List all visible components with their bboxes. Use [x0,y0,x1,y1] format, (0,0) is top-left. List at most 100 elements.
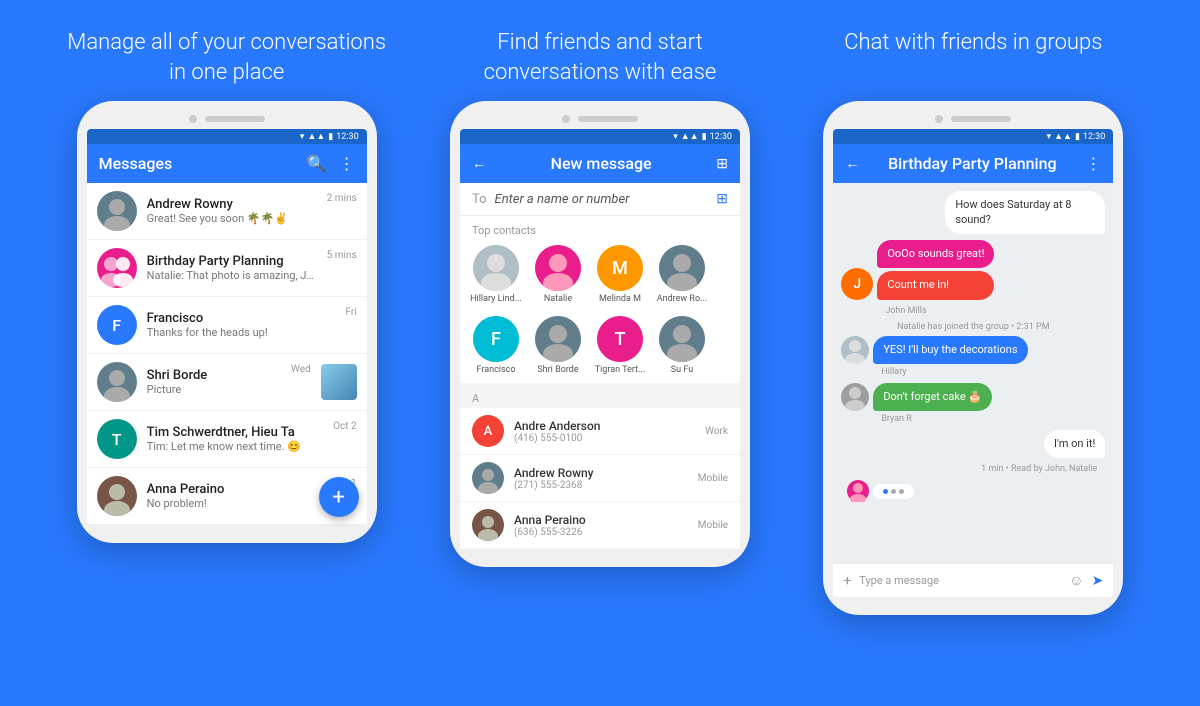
sender-john: John Mills [883,306,1105,316]
conv-name-andrew: Andrew Rowny [147,197,317,212]
contact-name-sufu: Su Fu [671,365,693,375]
contact-name-natalie: Natalie [544,294,572,304]
contact-name-tigran: Tigran Tert... [595,365,645,375]
dot-1 [883,489,888,494]
msg-saturday: How does Saturday at 8 sound? [841,191,1105,234]
to-input[interactable]: Enter a name or number [495,192,709,207]
j-bubbles: OoOo sounds great! Count me in! [877,240,994,300]
search-icon[interactable]: 🔍 [307,154,327,173]
conv-time-tim: Oct 2 [333,421,357,432]
contact-melinda[interactable]: M Melinda M [592,245,648,304]
dot-2 [891,489,896,494]
conv-item-andrew[interactable]: Andrew Rowny Great! See you soon 🌴🌴✌️ 2 … [87,183,367,240]
conv-content-tim: Tim Schwerdtner, Hieu Ta Tim: Let me kno… [147,425,324,453]
to-bar: To Enter a name or number ⊞ [460,183,740,216]
back-arrow-2[interactable]: ← [472,155,486,172]
conv-name-birthday: Birthday Party Planning [147,254,317,269]
app-bar-title-2: New message [551,154,652,173]
contact-name-melinda: Melinda M [599,294,641,304]
conv-content-birthday: Birthday Party Planning Natalie: That ph… [147,254,317,282]
back-arrow-3[interactable]: ← [845,155,859,172]
contact-row-andrew[interactable]: Andrew Rowny (271) 555-2368 Mobile [460,455,740,502]
send-icon[interactable]: ➤ [1092,573,1104,589]
system-msg-natalie: Natalie has joined the group • 2:31 PM [841,322,1105,332]
contact-row-andre[interactable]: A Andre Anderson (416) 555-0100 Work [460,408,740,455]
msg-group-j: J OoOo sounds great! Count me in! [841,240,1105,300]
contact-phone-anna: (636) 555-3226 [514,527,688,538]
top-contacts-label: Top contacts [460,216,740,241]
app-bar-2: ← New message ⊞ [460,144,740,183]
contact-type-andre: Work [705,426,728,437]
signal-icon: ▲▲ [307,131,325,142]
message-input[interactable]: Type a message [859,574,1061,587]
contact-info-andrew2: Andrew Rowny (271) 555-2368 [514,466,688,491]
phone-camera [189,115,197,123]
conv-item-birthday[interactable]: Birthday Party Planning Natalie: That ph… [87,240,367,297]
alpha-label-a: A [472,392,479,405]
contacts-grid-icon[interactable]: ⊞ [716,191,728,207]
app-bar-title-1: Messages [99,154,173,173]
contact-info-andre: Andre Anderson (416) 555-0100 [514,419,695,444]
contact-shri2[interactable]: Shri Borde [530,316,586,375]
wifi-icon-2: ▾ [673,132,678,142]
more-icon-3[interactable]: ⋮ [1085,154,1101,173]
contact-info-anna: Anna Peraino (636) 555-3226 [514,513,688,538]
typing-dots [873,484,914,499]
conv-time-francisco: Fri [345,307,356,318]
fab-button[interactable]: + [319,477,359,517]
battery-icon-3: ▮ [1075,132,1080,142]
avatar-hillary-chat [841,336,869,364]
conv-item-francisco[interactable]: F Francisco Thanks for the heads up! Fri [87,297,367,354]
avatar-anna2 [472,509,504,541]
conv-item-shri[interactable]: Shri Borde Picture Wed [87,354,367,411]
phone-3-screen: ▾ ▲▲ ▮ 12:30 ← Birthday Party Planning ⋮… [833,129,1113,597]
conv-name-shri: Shri Borde [147,368,281,383]
contact-name-hillary: Hillary Lind... [470,294,522,304]
contact-hillary[interactable]: Hillary Lind... [468,245,524,304]
conv-preview-francisco: Thanks for the heads up! [147,326,336,339]
conv-preview-andrew: Great! See you soon 🌴🌴✌️ [147,212,317,225]
signal-icon-2: ▲▲ [681,131,699,142]
phone-3: ▾ ▲▲ ▮ 12:30 ← Birthday Party Planning ⋮… [823,101,1123,615]
to-label: To [472,192,487,207]
typing-avatar [847,480,869,502]
conv-time-andrew: 2 mins [327,193,357,204]
sender-name-bryan: Bryan R [881,414,1105,424]
emoji-icon[interactable]: ☺ [1069,572,1083,589]
app-bar-title-3: Birthday Party Planning [888,154,1057,173]
contact-tigran[interactable]: T Tigran Tert... [592,316,648,375]
phone-1-screen: ▾ ▲▲ ▮ 12:30 Messages 🔍 ⋮ [87,129,367,525]
conv-preview-tim: Tim: Let me know next time. 😊 [147,440,324,453]
bubble-oooo: OoOo sounds great! [877,240,994,268]
conv-name-francisco: Francisco [147,311,336,326]
app-bar-1: Messages 🔍 ⋮ [87,144,367,183]
typing-indicator [841,478,1105,504]
bubble-bryan: Don't forget cake 🎂 [873,383,992,411]
conv-preview-birthday: Natalie: That photo is amazing, Jake! [147,269,317,282]
message-bar: + Type a message ☺ ➤ [833,563,1113,597]
column-title-2: Find friends and start conversations wit… [440,28,760,87]
conv-content-anna: Anna Peraino No problem! [147,482,324,510]
conv-preview-anna: No problem! [147,497,324,510]
contact-natalie[interactable]: Natalie [530,245,586,304]
avatar-francisco: F [97,305,137,345]
read-receipt: 1 min • Read by John, Natalie [841,464,1105,478]
contact-name-francisco2: Francisco [476,365,515,375]
sender-name-hillary: Hillary [881,367,1105,377]
phone-2-camera [562,115,570,123]
contact-andrew-r[interactable]: Andrew Ro... [654,245,710,304]
avatar-bryan-chat [841,383,869,411]
conv-item-tim[interactable]: T Tim Schwerdtner, Hieu Ta Tim: Let me k… [87,411,367,468]
add-icon[interactable]: + [843,573,851,589]
more-icon[interactable]: ⋮ [339,154,355,173]
conv-content-shri: Shri Borde Picture [147,368,281,396]
contact-row-anna[interactable]: Anna Peraino (636) 555-3226 Mobile [460,502,740,549]
grid-icon[interactable]: ⊞ [716,156,728,172]
conv-preview-shri: Picture [147,383,281,396]
contact-francisco2[interactable]: F Francisco [468,316,524,375]
avatar-birthday [97,248,137,288]
avatar-j: J [841,268,873,300]
contact-sufu[interactable]: Su Fu [654,316,710,375]
sender-name-john: John Mills [885,306,1105,316]
sender-hillary: Hillary [879,367,1105,377]
